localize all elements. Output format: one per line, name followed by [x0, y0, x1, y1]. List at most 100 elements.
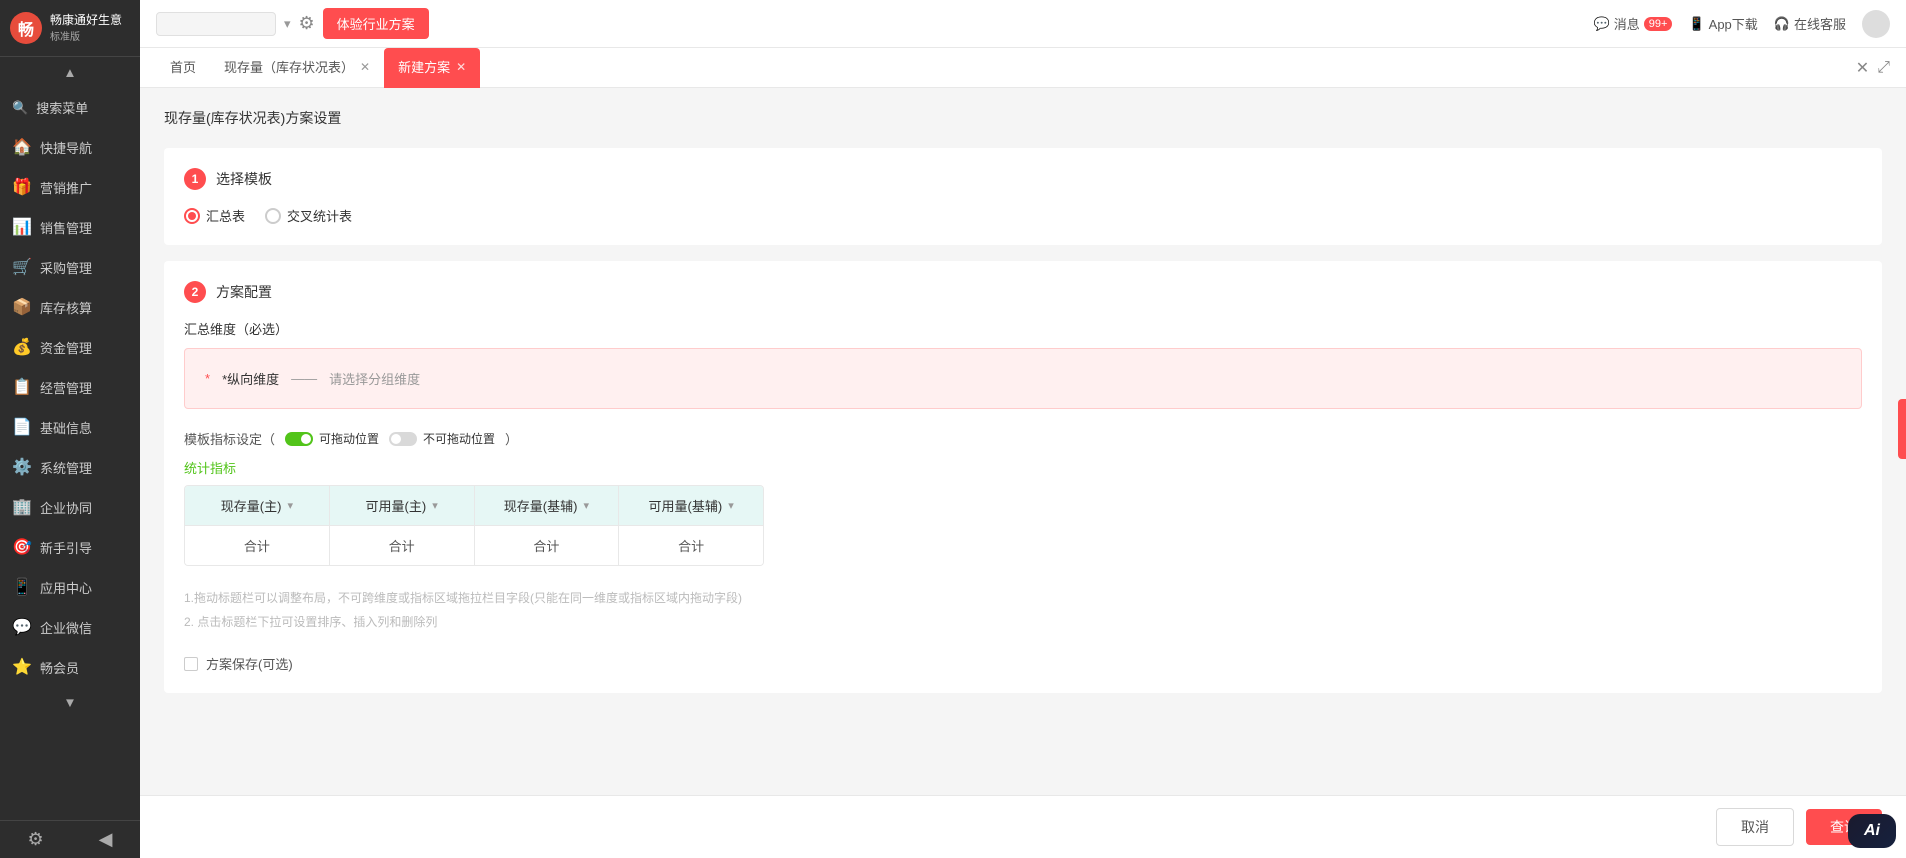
gear-icon: ⚙️ — [12, 457, 32, 477]
sidebar-item-app-center[interactable]: 📱 应用中心 — [0, 567, 140, 607]
logo-icon: 畅 — [10, 12, 42, 44]
toggle-draggable-label: 可拖动位置 — [319, 430, 379, 447]
sidebar-item-marketing[interactable]: 🎁 营销推广 — [0, 167, 140, 207]
sidebar-item-label: 企业协同 — [40, 498, 92, 517]
dimension-row: * *纵向维度 —— 请选择分组维度 — [205, 369, 1841, 388]
content-area: 现存量(库存状况表)方案设置 1 选择模板 汇总表 交叉统计表 2 — [140, 88, 1906, 795]
download-icon: 📱 — [1688, 16, 1704, 32]
phone-icon: 📱 — [12, 577, 32, 597]
col-1-dropdown-icon[interactable]: ▾ — [287, 499, 293, 512]
radio-summary[interactable]: 汇总表 — [184, 206, 245, 225]
tab-home[interactable]: 首页 — [156, 48, 210, 88]
settings-bottom-button[interactable]: ⚙ — [28, 829, 44, 850]
toggle-draggable-switch[interactable] — [285, 432, 313, 446]
toggle-undraggable-label: 不可拖动位置 — [423, 430, 495, 447]
dimension-required-marker: * — [205, 371, 210, 386]
chat-icon: 💬 — [12, 617, 32, 637]
topbar-right: 💬 消息 99+ 📱 App下载 🎧 在线客服 — [1594, 10, 1890, 38]
sidebar-item-purchase[interactable]: 🛒 采购管理 — [0, 247, 140, 287]
dimension-area[interactable]: * *纵向维度 —— 请选择分组维度 — [184, 348, 1862, 409]
topbar-search-input[interactable] — [156, 12, 276, 36]
messages-button[interactable]: 💬 消息 99+ — [1594, 14, 1673, 33]
close-window-button[interactable]: ✕ — [1856, 58, 1869, 78]
doc-icon: 📄 — [12, 417, 32, 437]
sidebar-item-operations[interactable]: 📋 经营管理 — [0, 367, 140, 407]
sidebar-bottom: ⚙ ◀ — [0, 820, 140, 858]
sidebar-scroll-down[interactable]: ▼ — [0, 687, 140, 718]
stats-col-4-header[interactable]: 可用量(基辅) ▾ — [619, 486, 763, 525]
stats-col-2-label: 可用量(主) — [366, 496, 427, 515]
gift-icon: 🎁 — [12, 177, 32, 197]
messages-label: 消息 — [1614, 14, 1640, 33]
col-2-dropdown-icon[interactable]: ▾ — [432, 499, 438, 512]
save-checkbox[interactable] — [184, 657, 198, 671]
tab-inventory[interactable]: 现存量（库存状况表） ✕ — [210, 48, 384, 88]
topbar: ▾ ⚙ 体验行业方案 💬 消息 99+ 📱 App下载 🎧 在线客服 — [140, 0, 1906, 48]
stats-table: 现存量(主) ▾ 可用量(主) ▾ 现存量(基辅) ▾ 可用量(基辅) — [184, 485, 764, 566]
tips-area: 1.拖动标题栏可以调整布局，不可跨维度或指标区域拖拉栏目字段(只能在同一维度或指… — [184, 586, 1862, 634]
sidebar-item-label: 新手引导 — [40, 538, 92, 557]
ai-float-button[interactable]: Ai — [1848, 814, 1896, 848]
stats-col-3-label: 现存量(基辅) — [504, 496, 578, 515]
template-options: 汇总表 交叉统计表 — [184, 206, 1862, 225]
messages-badge: 99+ — [1644, 17, 1673, 31]
industry-scheme-button[interactable]: 体验行业方案 — [323, 8, 429, 39]
online-service-button[interactable]: 🎧 在线客服 — [1774, 14, 1846, 33]
sidebar-scroll-up[interactable]: ▲ — [0, 57, 140, 88]
sidebar-item-inventory[interactable]: 📦 库存核算 — [0, 287, 140, 327]
dimension-section-label: 汇总维度（必选） — [184, 319, 1862, 338]
sidebar-search[interactable]: 🔍 搜索菜单 — [0, 88, 140, 127]
col-3-dropdown-icon[interactable]: ▾ — [583, 499, 589, 512]
tab-new-scheme-close[interactable]: ✕ — [456, 60, 466, 74]
sidebar-item-wechat[interactable]: 💬 企业微信 — [0, 607, 140, 647]
sidebar: 畅 畅康通好生意 标准版 ▲ 🔍 搜索菜单 🏠 快捷导航 🎁 营销推广 📊 销售… — [0, 0, 140, 858]
avatar-icon — [1862, 10, 1890, 38]
sidebar-item-sales[interactable]: 📊 销售管理 — [0, 207, 140, 247]
scroll-down-button[interactable]: ▼ — [59, 691, 80, 714]
chevron-down-icon[interactable]: ▾ — [284, 16, 291, 32]
stats-table-body: 合计 合计 合计 合计 — [185, 525, 763, 565]
stats-col-3-header[interactable]: 现存量(基辅) ▾ — [475, 486, 620, 525]
sidebar-item-base-info[interactable]: 📄 基础信息 — [0, 407, 140, 447]
tab-new-scheme[interactable]: 新建方案 ✕ — [384, 48, 480, 88]
money-icon: 💰 — [12, 337, 32, 357]
expand-window-button[interactable]: ⤢ — [1877, 59, 1890, 77]
sidebar-item-label: 采购管理 — [40, 258, 92, 277]
stats-label: 统计指标 — [184, 458, 1862, 477]
sidebar-item-finance[interactable]: 💰 资金管理 — [0, 327, 140, 367]
scroll-up-button[interactable]: ▲ — [59, 61, 80, 84]
sidebar-item-membership[interactable]: ⭐ 畅会员 — [0, 647, 140, 687]
topbar-settings-button[interactable]: ⚙ — [299, 13, 315, 34]
tab-inventory-close[interactable]: ✕ — [360, 60, 370, 74]
sidebar-item-quick-nav[interactable]: 🏠 快捷导航 — [0, 127, 140, 167]
step1-section: 1 选择模板 汇总表 交叉统计表 — [164, 148, 1882, 245]
radio-cross[interactable]: 交叉统计表 — [265, 206, 352, 225]
tip-1: 1.拖动标题栏可以调整布局，不可跨维度或指标区域拖拉栏目字段(只能在同一维度或指… — [184, 586, 1862, 610]
sidebar-item-newbie[interactable]: 🎯 新手引导 — [0, 527, 140, 567]
right-edge-handle[interactable] — [1898, 399, 1906, 459]
sidebar-item-system[interactable]: ⚙️ 系统管理 — [0, 447, 140, 487]
sidebar-item-label: 企业微信 — [40, 618, 92, 637]
sidebar-item-enterprise[interactable]: 🏢 企业协同 — [0, 487, 140, 527]
step2-section: 2 方案配置 汇总维度（必选） * *纵向维度 —— 请选择分组维度 模板指标设… — [164, 261, 1882, 693]
col-4-dropdown-icon[interactable]: ▾ — [728, 499, 734, 512]
app-version: 标准版 — [50, 28, 122, 43]
cancel-button[interactable]: 取消 — [1716, 808, 1794, 846]
radio-cross-circle — [265, 208, 281, 224]
sidebar-item-label: 销售管理 — [40, 218, 92, 237]
sidebar-item-label: 库存核算 — [40, 298, 92, 317]
stats-table-header: 现存量(主) ▾ 可用量(主) ▾ 现存量(基辅) ▾ 可用量(基辅) — [185, 486, 763, 525]
tab-home-label: 首页 — [170, 57, 196, 76]
app-download-button[interactable]: 📱 App下载 — [1688, 14, 1757, 33]
tabs-bar: 首页 现存量（库存状况表） ✕ 新建方案 ✕ ✕ ⤢ — [140, 48, 1906, 88]
toggle-draggable[interactable]: 可拖动位置 — [285, 430, 379, 447]
stats-col-1-cell: 合计 — [185, 525, 330, 565]
user-avatar[interactable] — [1862, 10, 1890, 38]
stats-col-2-header[interactable]: 可用量(主) ▾ — [330, 486, 475, 525]
topbar-left: ▾ ⚙ 体验行业方案 — [156, 8, 1582, 39]
stats-col-1-header[interactable]: 现存量(主) ▾ — [185, 486, 330, 525]
target-icon: 🎯 — [12, 537, 32, 557]
collapse-button[interactable]: ◀ — [99, 829, 113, 850]
message-icon: 💬 — [1594, 16, 1610, 32]
sidebar-item-label: 畅会员 — [40, 658, 79, 677]
